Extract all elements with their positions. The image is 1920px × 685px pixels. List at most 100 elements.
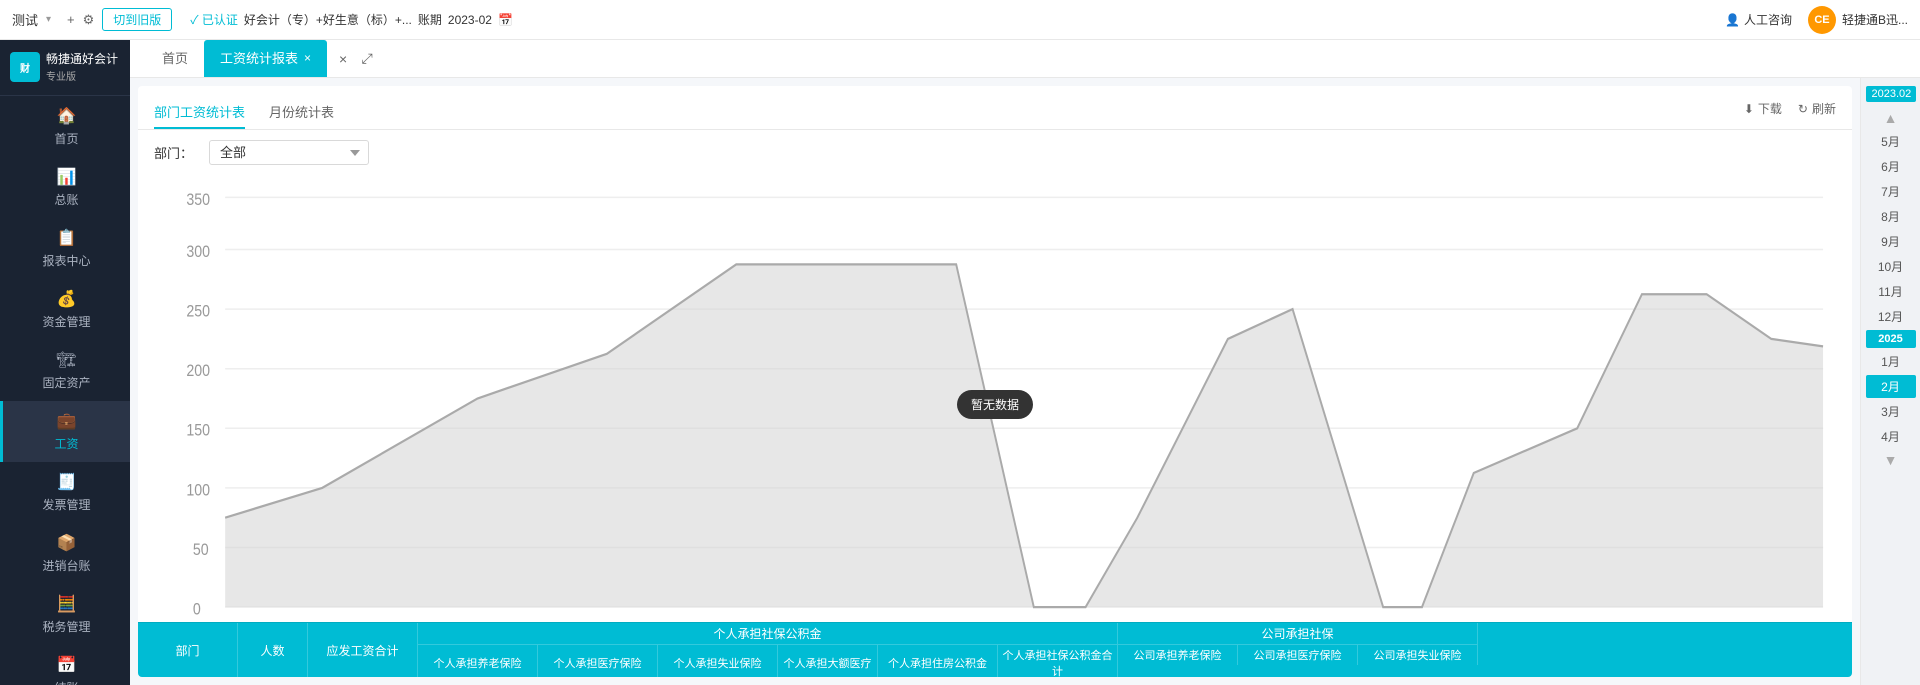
svg-text:350: 350 [186, 191, 210, 209]
add-button[interactable]: + [67, 12, 75, 27]
close-account-icon: 📅 [57, 655, 77, 675]
month-2025-4[interactable]: 4月 [1866, 425, 1916, 448]
switch-old-button[interactable]: 切到旧版 [102, 8, 172, 31]
month-2025-3[interactable]: 3月 [1866, 400, 1916, 423]
tab-salary[interactable]: 工资统计报表 × [204, 40, 327, 77]
sidebar-item-ledger[interactable]: 📊 总账 [0, 157, 130, 218]
logo-text-area: 畅捷通好会计 专业版 [46, 52, 118, 83]
tab-bar: 首页 工资统计报表 × × ⤢ [130, 40, 1920, 78]
invoice-icon: 🧾 [57, 472, 77, 492]
refresh-icon: ↻ [1798, 102, 1808, 116]
tax-icon: 🧮 [57, 594, 77, 614]
th-personal-group-label: 个人承担社保公积金 [418, 623, 1118, 645]
sidebar-item-label: 固定资产 [42, 374, 90, 391]
month-7[interactable]: 7月 [1866, 180, 1916, 203]
dept-label: 部门： [154, 143, 193, 162]
svg-text:50: 50 [193, 541, 209, 559]
month-9[interactable]: 9月 [1866, 230, 1916, 253]
close-window-button[interactable]: × [335, 51, 351, 67]
svg-text:150: 150 [186, 422, 210, 440]
company-name: 测试 [12, 10, 38, 29]
calendar-icon[interactable]: 📅 [498, 13, 513, 27]
month-10[interactable]: 10月 [1866, 255, 1916, 278]
sidebar-nav: 🏠 首页 📊 总账 📋 报表中心 💰 资金管理 🏗 固定资产 💼 工资 [0, 96, 130, 685]
sidebar-item-label: 首页 [54, 130, 78, 147]
tab-home[interactable]: 首页 [146, 40, 204, 77]
sidebar-item-funds[interactable]: 💰 资金管理 [0, 279, 130, 340]
chart-area: 0 50 100 150 200 250 300 350 [138, 175, 1852, 622]
dept-select[interactable]: 全部 财务部 行政部 销售部 [209, 140, 369, 165]
svg-text:100: 100 [186, 481, 210, 499]
th-personal-group: 个人承担社保公积金 个人承担养老保险 个人承担医疗保险 个人承担失业保险 个人承… [418, 623, 1118, 677]
th-dept: 部门 [138, 623, 238, 677]
sidebar-item-assets[interactable]: 🏗 固定资产 [0, 340, 130, 401]
month-11[interactable]: 11月 [1866, 280, 1916, 303]
month-8[interactable]: 8月 [1866, 205, 1916, 228]
header-right: 👤 人工咨询 CE 轻捷通B迅... [1725, 6, 1908, 34]
sidebar-item-label: 工资 [54, 435, 78, 452]
sidebar-item-label: 资金管理 [42, 313, 90, 330]
settings-icon[interactable]: ⚙ [83, 12, 95, 28]
th-personal-old-age: 个人承担养老保险 [418, 645, 538, 677]
download-button[interactable]: ⬇ 下载 [1744, 100, 1782, 117]
svg-text:300: 300 [186, 243, 210, 261]
content-area: 首页 工资统计报表 × × ⤢ 部门工资统计表 月份统计表 [130, 40, 1920, 685]
th-salary-total: 应发工资合计 [308, 623, 418, 677]
sub-tab-dept[interactable]: 部门工资统计表 [154, 96, 245, 129]
user-area: CE 轻捷通B迅... [1808, 6, 1908, 34]
reports-icon: 📋 [57, 228, 77, 248]
tab-close-icon[interactable]: × [304, 51, 311, 65]
sidebar-item-home[interactable]: 🏠 首页 [0, 96, 130, 157]
period-value: 2023-02 [448, 13, 492, 27]
th-company-group: 公司承担社保 公司承担养老保险 公司承担医疗保险 公司承担失业保险 [1118, 623, 1478, 677]
th-personal-total: 个人承担社保公积金合计 [998, 645, 1118, 677]
scroll-down-button[interactable]: ▼ [1866, 450, 1916, 470]
sidebar: 财 畅捷通好会计 专业版 🏠 首页 📊 总账 📋 报表中心 💰 资金管理 [0, 40, 130, 685]
sub-tab-dept-label: 部门工资统计表 [154, 105, 245, 120]
right-panel: 2023.02 ▲ 5月 6月 7月 8月 9月 10月 11月 12月 202… [1860, 78, 1920, 685]
month-5[interactable]: 5月 [1866, 130, 1916, 153]
tab-salary-label: 工资统计报表 [220, 48, 298, 67]
sub-tab-month[interactable]: 月份统计表 [269, 96, 334, 129]
month-6[interactable]: 6月 [1866, 155, 1916, 178]
th-company-old-age: 公司承担养老保险 [1118, 645, 1238, 665]
month-2025-2[interactable]: 2月 [1866, 375, 1916, 398]
help-icon: 👤 [1725, 13, 1740, 27]
account-tags: 好会计（专）+好生意（标）+... [244, 11, 412, 28]
scroll-up-button[interactable]: ▲ [1866, 108, 1916, 128]
avatar[interactable]: CE [1808, 6, 1836, 34]
maximize-window-button[interactable]: ⤢ [359, 51, 375, 67]
funds-icon: 💰 [57, 289, 77, 309]
download-label: 下载 [1758, 100, 1782, 117]
sidebar-item-invoice[interactable]: 🧾 发票管理 [0, 462, 130, 523]
svg-text:250: 250 [186, 303, 210, 321]
avatar-text: CE [1814, 14, 1829, 26]
th-personal-housing-fund: 个人承担住房公积金 [878, 645, 998, 677]
sidebar-item-tax[interactable]: 🧮 税务管理 [0, 584, 130, 645]
th-company-items: 公司承担养老保险 公司承担医疗保险 公司承担失业保险 [1118, 645, 1478, 665]
logo-sub: 专业版 [46, 68, 118, 83]
current-period-label: 2023.02 [1866, 86, 1916, 102]
year-2025-marker: 2025 [1866, 330, 1916, 348]
sidebar-item-label: 结账 [54, 679, 78, 685]
company-dropdown-icon[interactable]: ▾ [46, 14, 51, 25]
ledger-icon: 📊 [57, 167, 77, 187]
month-2025-1[interactable]: 1月 [1866, 350, 1916, 373]
sidebar-item-salary[interactable]: 💼 工资 [0, 401, 130, 462]
sidebar-item-sales[interactable]: 📦 进销台账 [0, 523, 130, 584]
window-controls: × ⤢ [335, 51, 375, 67]
download-icon: ⬇ [1744, 102, 1754, 116]
refresh-label: 刷新 [1812, 100, 1836, 117]
help-button[interactable]: 👤 人工咨询 [1725, 11, 1792, 28]
sidebar-item-label: 进销台账 [42, 557, 90, 574]
sidebar-item-reports[interactable]: 📋 报表中心 [0, 218, 130, 279]
sidebar-item-close[interactable]: 📅 结账 [0, 645, 130, 685]
main-layout: 财 畅捷通好会计 专业版 🏠 首页 📊 总账 📋 报表中心 💰 资金管理 [0, 40, 1920, 685]
sub-tabs: 部门工资统计表 月份统计表 ⬇ 下载 ↻ 刷新 [138, 86, 1852, 130]
help-label: 人工咨询 [1744, 11, 1792, 28]
th-personal-major-medical: 个人承担大额医疗 [778, 645, 878, 677]
top-header: 测试 ▾ + ⚙ 切到旧版 ✓ 已认证 好会计（专）+好生意（标）+... 账期… [0, 0, 1920, 40]
assets-icon: 🏗 [56, 350, 76, 370]
refresh-button[interactable]: ↻ 刷新 [1798, 100, 1836, 117]
month-12[interactable]: 12月 [1866, 305, 1916, 328]
